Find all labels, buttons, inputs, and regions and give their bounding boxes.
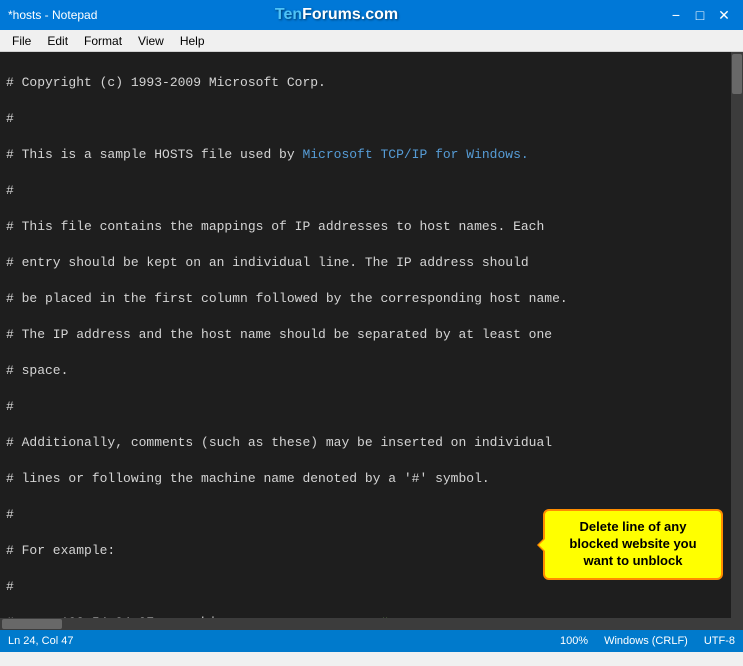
cursor-position: Ln 24, Col 47 bbox=[8, 635, 73, 647]
editor-area[interactable]: # Copyright (c) 1993-2009 Microsoft Corp… bbox=[0, 52, 743, 630]
tenforums-logo: TenForums.com bbox=[275, 6, 398, 23]
line-11: # Additionally, comments (such as these)… bbox=[6, 434, 725, 452]
line-2: # bbox=[6, 110, 725, 128]
status-right-group: 100% Windows (CRLF) UTF-8 bbox=[560, 635, 735, 647]
tooltip-text: Delete line of any blocked website you w… bbox=[569, 519, 696, 568]
line-4: # bbox=[6, 182, 725, 200]
line-7: # be placed in the first column followed… bbox=[6, 290, 725, 308]
minimize-button[interactable]: − bbox=[665, 5, 687, 25]
title-bar: *hosts - Notepad TenForums.com − □ ✕ bbox=[0, 0, 743, 30]
line-9: # space. bbox=[6, 362, 725, 380]
line-3: # This is a sample HOSTS file used by Mi… bbox=[6, 146, 725, 164]
line-8: # The IP address and the host name shoul… bbox=[6, 326, 725, 344]
status-bar: Ln 24, Col 47 100% Windows (CRLF) UTF-8 bbox=[0, 630, 743, 652]
encoding[interactable]: UTF-8 bbox=[704, 635, 735, 647]
scrollbar-horizontal[interactable] bbox=[0, 618, 731, 630]
line-5: # This file contains the mappings of IP … bbox=[6, 218, 725, 236]
line-15: # bbox=[6, 578, 725, 596]
scrollbar-corner bbox=[731, 618, 743, 630]
line-10: # bbox=[6, 398, 725, 416]
scrollbar-v-thumb[interactable] bbox=[732, 54, 742, 94]
menu-help[interactable]: Help bbox=[172, 32, 213, 50]
line-1: # Copyright (c) 1993-2009 Microsoft Corp… bbox=[6, 74, 725, 92]
window-controls: − □ ✕ bbox=[665, 5, 735, 25]
scrollbar-vertical[interactable] bbox=[731, 52, 743, 618]
maximize-button[interactable]: □ bbox=[689, 5, 711, 25]
line-ending[interactable]: Windows (CRLF) bbox=[604, 635, 688, 647]
menu-file[interactable]: File bbox=[4, 32, 39, 50]
menu-format[interactable]: Format bbox=[76, 32, 130, 50]
tooltip-bubble: Delete line of any blocked website you w… bbox=[543, 509, 723, 580]
line-6: # entry should be kept on an individual … bbox=[6, 254, 725, 272]
menu-view[interactable]: View bbox=[130, 32, 172, 50]
tenforums-logo-area: TenForums.com bbox=[8, 6, 665, 24]
menu-edit[interactable]: Edit bbox=[39, 32, 76, 50]
line-12: # lines or following the machine name de… bbox=[6, 470, 725, 488]
zoom-level[interactable]: 100% bbox=[560, 635, 588, 647]
menu-bar: File Edit Format View Help bbox=[0, 30, 743, 52]
close-button[interactable]: ✕ bbox=[713, 5, 735, 25]
scrollbar-h-thumb[interactable] bbox=[2, 619, 62, 629]
